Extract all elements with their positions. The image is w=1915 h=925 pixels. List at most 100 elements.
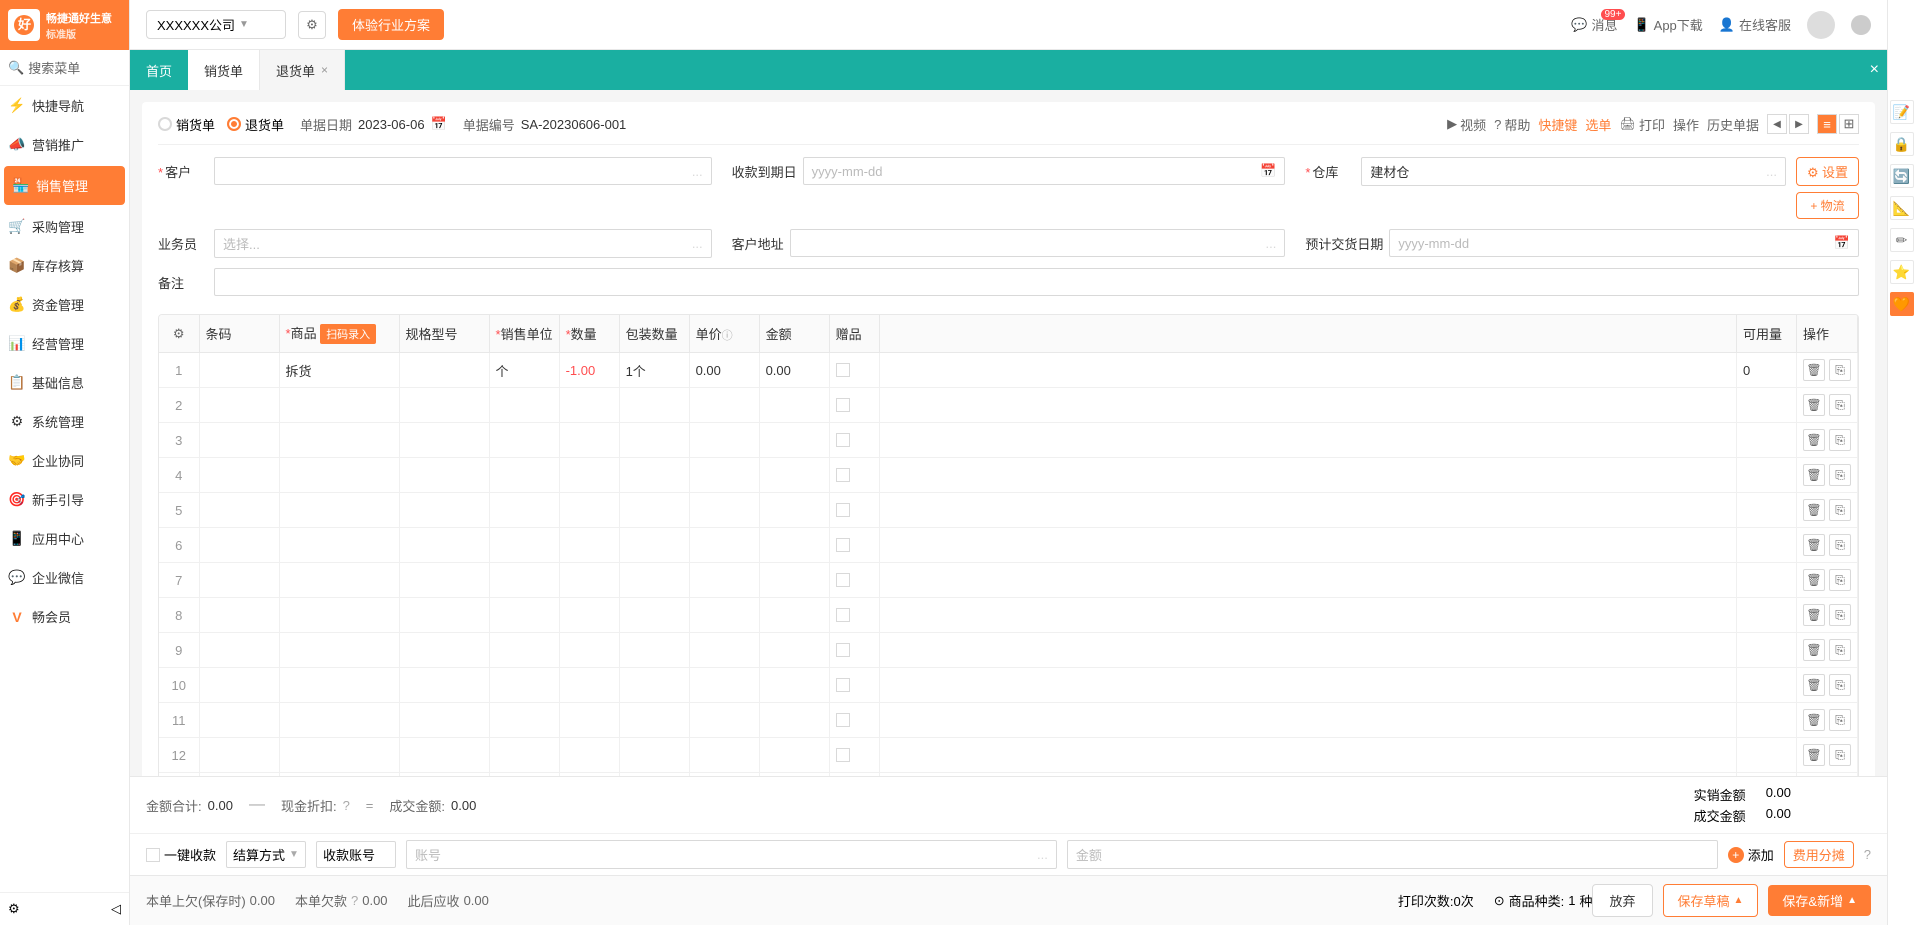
row-barcode[interactable]	[199, 493, 279, 528]
row-price[interactable]	[689, 598, 759, 633]
row-barcode[interactable]	[199, 388, 279, 423]
fee-split-button[interactable]: 费用分摊	[1784, 841, 1854, 868]
add-plus-icon[interactable]: +	[1728, 847, 1744, 863]
row-qty[interactable]	[559, 738, 619, 773]
tab-home[interactable]: 首页	[130, 50, 188, 90]
row-delete-btn[interactable]: 🗑	[1803, 394, 1825, 416]
rp-icon-5[interactable]: ✏	[1890, 228, 1914, 252]
row-gift[interactable]	[829, 598, 879, 633]
nav-app[interactable]: 📱 应用中心	[0, 519, 129, 558]
row-unit[interactable]	[489, 563, 559, 598]
row-barcode[interactable]	[199, 353, 279, 388]
discount-help-icon[interactable]: ?	[343, 798, 350, 813]
nav-system[interactable]: ⚙ 系统管理	[0, 402, 129, 441]
print-btn[interactable]: 🖨 打印	[1619, 115, 1665, 134]
row-qty[interactable]	[559, 458, 619, 493]
row-price[interactable]	[689, 633, 759, 668]
row-barcode[interactable]	[199, 633, 279, 668]
row-pkg-qty[interactable]	[619, 423, 689, 458]
nav-operations[interactable]: 📊 经营管理	[0, 324, 129, 363]
row-delete-btn[interactable]: 🗑	[1803, 604, 1825, 626]
row-spec[interactable]	[399, 423, 489, 458]
row-amount[interactable]	[759, 528, 829, 563]
trial-button[interactable]: 体验行业方案	[338, 9, 444, 40]
one-click-payment[interactable]: 一键收款	[146, 845, 216, 864]
row-barcode[interactable]	[199, 738, 279, 773]
row-amount[interactable]	[759, 493, 829, 528]
row-gift[interactable]	[829, 668, 879, 703]
row-unit[interactable]	[489, 668, 559, 703]
due-date-input[interactable]: yyyy-mm-dd 📅	[803, 157, 1286, 185]
row-delete-btn[interactable]: 🗑	[1803, 569, 1825, 591]
row-amount[interactable]	[759, 423, 829, 458]
row-copy-btn[interactable]: ⎘	[1829, 499, 1851, 521]
row-barcode[interactable]	[199, 528, 279, 563]
row-amount[interactable]	[759, 668, 829, 703]
row-product[interactable]: 拆货	[279, 353, 399, 388]
row-amount[interactable]	[759, 388, 829, 423]
row-delete-btn[interactable]: 🗑	[1803, 744, 1825, 766]
company-selector[interactable]: XXXXXX公司 ▼	[146, 10, 286, 39]
row-unit[interactable]: 个	[489, 353, 559, 388]
row-spec[interactable]	[399, 703, 489, 738]
row-copy-btn[interactable]: ⎘	[1829, 744, 1851, 766]
row-amount[interactable]	[759, 598, 829, 633]
row-unit[interactable]	[489, 423, 559, 458]
row-delete-btn[interactable]: 🗑	[1803, 429, 1825, 451]
close-all-tabs[interactable]: ×	[1870, 61, 1879, 79]
row-unit[interactable]	[489, 493, 559, 528]
row-product[interactable]	[279, 493, 399, 528]
row-product[interactable]	[279, 738, 399, 773]
app-download-button[interactable]: 📱 App下载	[1633, 15, 1702, 34]
row-price[interactable]	[689, 388, 759, 423]
row-pkg-qty[interactable]	[619, 738, 689, 773]
message-button[interactable]: 💬 消息 99+	[1571, 15, 1617, 34]
row-barcode[interactable]	[199, 668, 279, 703]
row-unit[interactable]	[489, 598, 559, 633]
row-pkg-qty[interactable]	[619, 633, 689, 668]
payment-help-icon[interactable]: ?	[1864, 847, 1871, 862]
row-pkg-qty[interactable]	[619, 458, 689, 493]
row-delete-btn[interactable]: 🗑	[1803, 464, 1825, 486]
row-gift[interactable]	[829, 458, 879, 493]
row-gift[interactable]	[829, 633, 879, 668]
row-copy-btn[interactable]: ⎘	[1829, 534, 1851, 556]
row-delete-btn[interactable]: 🗑	[1803, 359, 1825, 381]
row-price[interactable]	[689, 458, 759, 493]
row-spec[interactable]	[399, 388, 489, 423]
customer-input[interactable]: ...	[214, 157, 712, 185]
rp-icon-7[interactable]: 🧡	[1890, 292, 1914, 316]
history-btn[interactable]: 历史单据	[1707, 115, 1759, 134]
select-btn[interactable]: 选单	[1585, 115, 1611, 134]
row-spec[interactable]	[399, 563, 489, 598]
avatar2[interactable]	[1851, 15, 1871, 35]
row-pkg-qty[interactable]	[619, 528, 689, 563]
row-unit[interactable]	[489, 703, 559, 738]
row-pkg-qty[interactable]	[619, 493, 689, 528]
save-new-button[interactable]: 保存&新增 ▲	[1768, 885, 1871, 916]
nav-purchase[interactable]: 🛒 采购管理	[0, 207, 129, 246]
one-click-checkbox[interactable]	[146, 848, 160, 862]
customer-addr-input[interactable]: ...	[790, 229, 1286, 257]
row-barcode[interactable]	[199, 458, 279, 493]
row-product[interactable]	[279, 528, 399, 563]
calendar-icon[interactable]: 📅	[431, 116, 447, 132]
row-spec[interactable]	[399, 458, 489, 493]
row-gift[interactable]	[829, 703, 879, 738]
date-value[interactable]: 2023-06-06	[358, 117, 425, 132]
row-price[interactable]	[689, 563, 759, 598]
online-service-button[interactable]: 👤 在线客服	[1719, 15, 1791, 34]
row-copy-btn[interactable]: ⎘	[1829, 604, 1851, 626]
row-price[interactable]	[689, 423, 759, 458]
row-spec[interactable]	[399, 528, 489, 563]
row-unit[interactable]	[489, 528, 559, 563]
row-product[interactable]	[279, 388, 399, 423]
logistics-btn[interactable]: + 物流	[1796, 192, 1859, 219]
salesperson-input[interactable]: 选择... ...	[214, 229, 712, 258]
row-qty[interactable]: -1.00	[559, 353, 619, 388]
row-spec[interactable]	[399, 493, 489, 528]
row-pkg-qty[interactable]	[619, 703, 689, 738]
row-product[interactable]	[279, 563, 399, 598]
row-price[interactable]	[689, 738, 759, 773]
rp-icon-2[interactable]: 🔒	[1890, 132, 1914, 156]
